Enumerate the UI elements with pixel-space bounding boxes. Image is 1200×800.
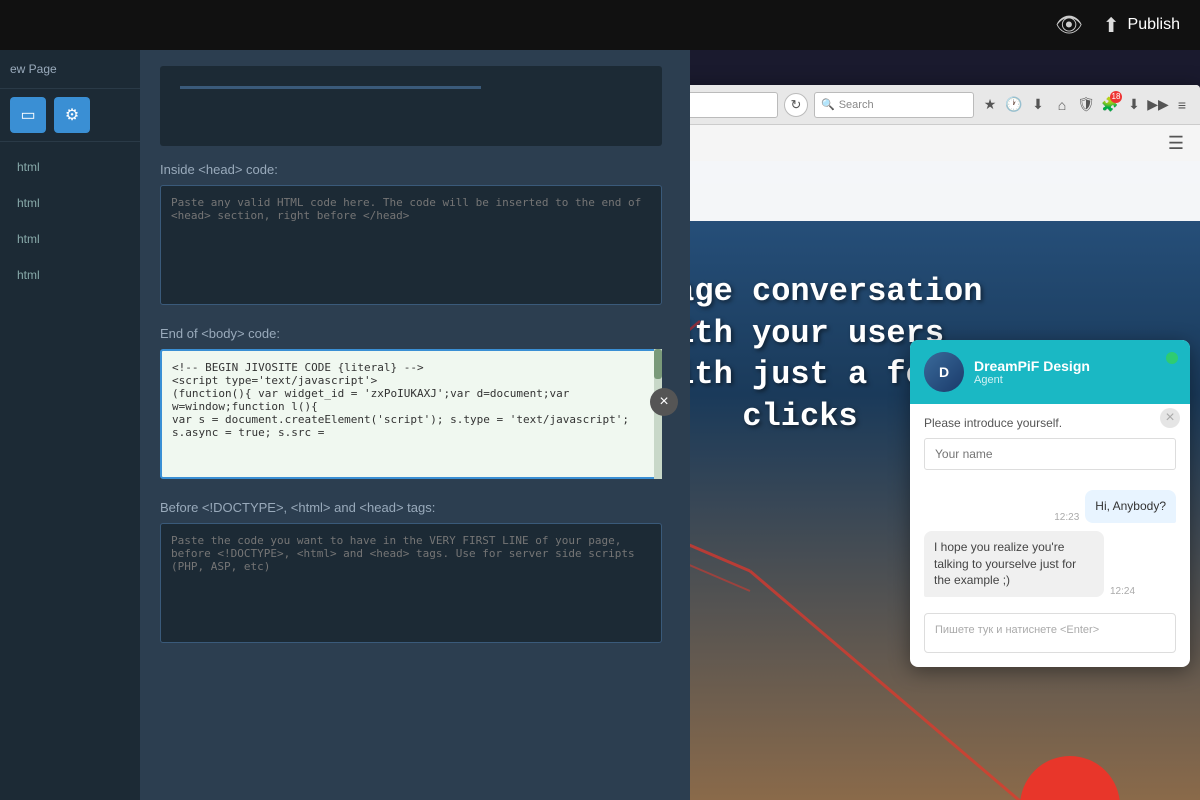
search-icon: 🔍	[821, 98, 835, 111]
chat-widget: D DreamPiF Design Agent Please introduce…	[910, 340, 1190, 667]
chat-bubble-outgoing: Hi, Anybody?	[1085, 490, 1176, 523]
sidebar-new-page[interactable]: ew Page	[0, 50, 140, 89]
body-code-label: End of <body> code:	[160, 326, 662, 341]
sidebar-item[interactable]: html	[0, 150, 140, 184]
chat-input-placeholder: Пишете тук и натиснете <Enter>	[935, 624, 1099, 636]
ps-preview-line	[180, 86, 481, 89]
extra-icon[interactable]: ▶▶	[1148, 95, 1168, 115]
ps-preview-box	[160, 66, 662, 146]
before-label: Before <!DOCTYPE>, <html> and <head> tag…	[160, 500, 662, 515]
chat-intro-area: Please introduce yourself. ×	[910, 404, 1190, 438]
browser-refresh-button[interactable]: ↻	[784, 93, 808, 117]
chat-agent-name: DreamPiF Design	[974, 358, 1176, 374]
chat-bubble-incoming: I hope you realize you're talking to you…	[924, 531, 1104, 597]
top-bar: 👁 ⬆ Publish	[0, 0, 1200, 50]
preview-icon[interactable]: 👁	[1055, 12, 1083, 38]
chat-message-outgoing: 12:23 Hi, Anybody?	[924, 490, 1176, 523]
extension-badge: 18	[1110, 91, 1122, 103]
new-page-label: ew Page	[10, 62, 57, 76]
hamburger-menu-icon[interactable]: ☰	[1168, 133, 1184, 154]
more-icon[interactable]: ⬇	[1124, 95, 1144, 115]
sidebar-icons: ▭ ⚙	[0, 89, 140, 142]
chat-input-field[interactable]: Пишете тук и натиснете <Enter>	[924, 613, 1176, 653]
sidebar: ‹ Page Settings ew Page ▭ ⚙ html html ht…	[0, 0, 140, 800]
download-icon[interactable]: ⬇	[1028, 95, 1048, 115]
publish-button[interactable]: ⬆ Publish	[1103, 13, 1180, 38]
shield-icon[interactable]: 🛡	[1076, 95, 1096, 115]
before-code-textarea[interactable]	[160, 523, 662, 643]
head-code-label: Inside <head> code:	[160, 162, 662, 177]
chat-msg-time-1: 12:23	[1054, 512, 1079, 523]
body-code-scrollbar-thumb	[654, 349, 662, 379]
sidebar-gear-icon[interactable]: ⚙	[54, 97, 90, 133]
browser-toolbar-icons: ★ 🕐 ⬇ ⌂ 🛡 🧩 18 ⬇ ▶▶ ≡	[980, 95, 1192, 115]
browser-search-bar[interactable]: 🔍 Search	[814, 92, 974, 118]
red-circle	[1020, 756, 1120, 800]
sidebar-item[interactable]: html	[0, 186, 140, 220]
home-icon[interactable]: ⌂	[1052, 95, 1072, 115]
chat-avatar: D	[924, 352, 964, 392]
sidebar-item[interactable]: html	[0, 222, 140, 256]
chat-message-incoming: I hope you realize you're talking to you…	[924, 531, 1176, 597]
extensions-area: 🧩 18	[1100, 95, 1120, 115]
chat-name-input[interactable]	[924, 438, 1176, 470]
chat-intro-text: Please introduce yourself.	[910, 404, 1190, 438]
star-icon[interactable]: ★	[980, 95, 1000, 115]
chat-agent-role: Agent	[974, 374, 1176, 386]
body-code-textarea[interactable]: <!-- BEGIN JIVOSITE CODE {literal} --> <…	[160, 349, 662, 479]
sidebar-page-icon[interactable]: ▭	[10, 97, 46, 133]
modal-close-button[interactable]: ×	[650, 388, 678, 416]
chat-agent-info: DreamPiF Design Agent	[974, 358, 1176, 386]
ps-content: Inside <head> code: End of <body> code: …	[140, 50, 690, 664]
upload-icon: ⬆	[1103, 13, 1120, 38]
publish-label: Publish	[1128, 16, 1180, 34]
chat-header: D DreamPiF Design Agent	[910, 340, 1190, 404]
sidebar-items-list: html html html html	[0, 142, 140, 300]
body-code-area: <!-- BEGIN JIVOSITE CODE {literal} --> <…	[160, 349, 662, 484]
chat-messages: 12:23 Hi, Anybody? I hope you realize yo…	[910, 482, 1190, 605]
chat-msg-time-2: 12:24	[1110, 586, 1135, 597]
search-placeholder-text: Search	[839, 99, 874, 111]
page-settings-panel: Page Settings ‹ Inside <head> code: End …	[140, 0, 690, 800]
history-icon[interactable]: 🕐	[1004, 95, 1024, 115]
sidebar-item[interactable]: html	[0, 258, 140, 292]
chat-dismiss-button[interactable]: ×	[1160, 408, 1180, 428]
chat-online-indicator	[1166, 352, 1178, 364]
menu-icon[interactable]: ≡	[1172, 95, 1192, 115]
head-code-textarea[interactable]	[160, 185, 662, 305]
chat-avatar-image: D	[924, 352, 964, 392]
